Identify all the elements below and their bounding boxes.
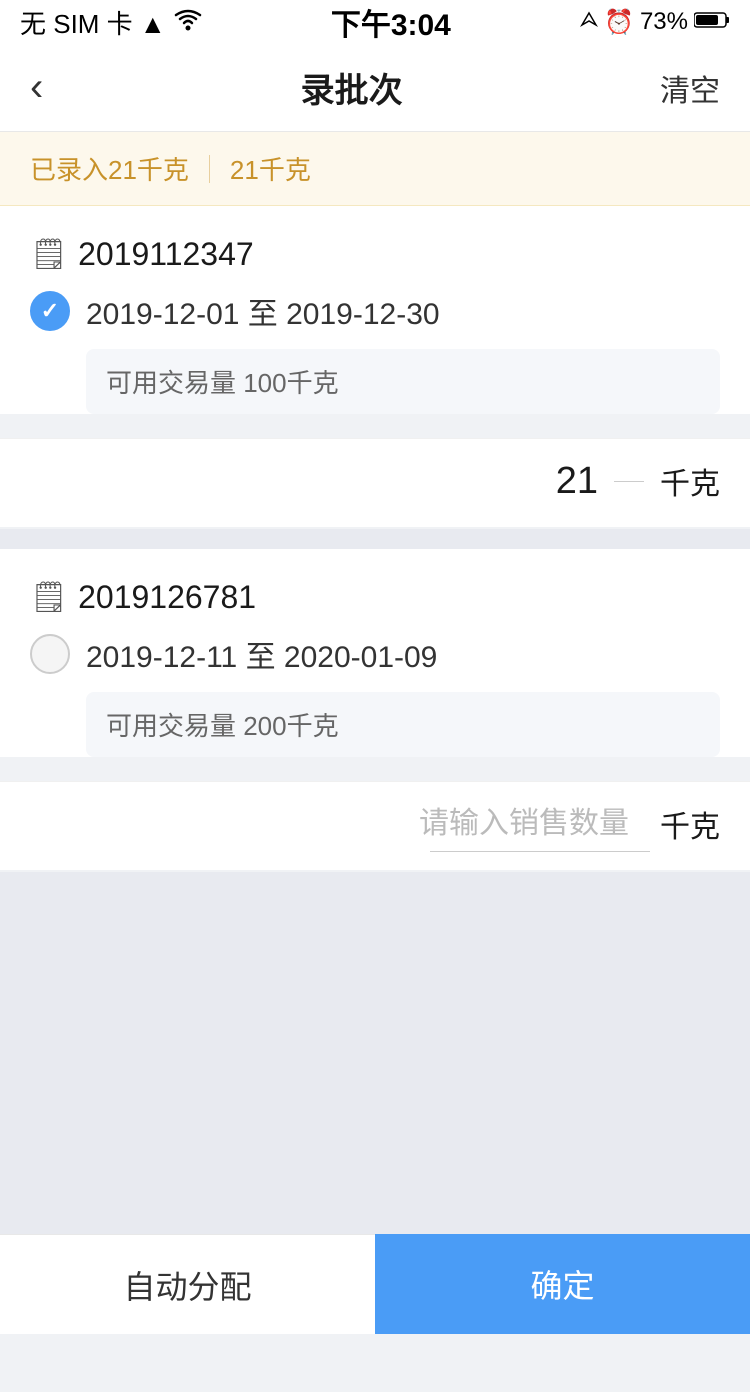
batch2-icon: 🗒 [30,580,68,615]
batch1-amount-unit: 千克 [660,459,720,503]
batch2-radio[interactable] [30,634,70,674]
batch1-header: 🗒 2019112347 [30,236,720,273]
status-time: 下午3:04 [331,0,451,44]
battery-level: 73% [640,8,688,36]
batch2-header: 🗒 2019126781 [30,579,720,616]
gray-area [0,872,750,1292]
batch-item-2: 🗒 2019126781 2019-12-11 至 2020-01-09 可用交… [0,549,750,757]
batch2-available-box: 可用交易量 200千克 [86,692,720,757]
alarm-icon: ⏰ [604,8,634,37]
confirm-button[interactable]: 确定 [375,1234,750,1334]
banner-divider [209,155,210,183]
status-bar: 无 SIM 卡 ▲ 下午3:04 ⏰ 73% [0,0,750,44]
amount-value-banner: 21千克 [230,150,311,187]
input-underline [430,851,650,852]
nav-bar: ‹ 录批次 清空 [0,44,750,132]
auto-distribute-button[interactable]: 自动分配 [0,1234,375,1334]
batch2-input-unit: 千克 [660,802,720,846]
clear-button[interactable]: 清空 [660,66,720,110]
batch-item-1: 🗒 2019112347 2019-12-01 至 2019-12-30 可用交… [0,206,750,414]
batch1-date: 2019-12-01 至 2019-12-30 [86,289,440,333]
qty-input-field[interactable] [258,807,644,841]
batch1-radio[interactable] [30,291,70,331]
batch2-available: 可用交易量 200千克 [86,692,720,757]
back-button[interactable]: ‹ [30,65,43,110]
batch1-date-row: 2019-12-01 至 2019-12-30 [30,289,720,333]
wifi-icon [174,7,202,38]
recorded-amount: 已录入21千克 [30,150,189,187]
location-icon [580,8,598,36]
no-sim-label: 无 SIM 卡 ▲ [20,4,166,41]
status-left: 无 SIM 卡 ▲ [20,4,202,41]
info-banner: 已录入21千克 21千克 [0,132,750,206]
section-separator [0,529,750,549]
batch2-input-row[interactable]: 千克 [0,781,750,870]
batch1-id: 2019112347 [78,236,254,273]
batch1-available: 可用交易量 100千克 [86,349,720,414]
battery-icon [694,8,730,36]
page-title: 录批次 [301,63,403,112]
batch1-icon: 🗒 [30,237,68,272]
batch2-id: 2019126781 [78,579,256,616]
amount-spacer [614,481,644,482]
bottom-bar: 自动分配 确定 [0,1234,750,1334]
status-right: ⏰ 73% [580,8,730,37]
batch2-date-row: 2019-12-11 至 2020-01-09 [30,632,720,676]
batch1-amount-value: 21 [556,460,598,503]
batch1-amount-row: 21 千克 [0,438,750,527]
batch2-date: 2019-12-11 至 2020-01-09 [86,632,437,676]
batch1-available-box: 可用交易量 100千克 [86,349,720,414]
